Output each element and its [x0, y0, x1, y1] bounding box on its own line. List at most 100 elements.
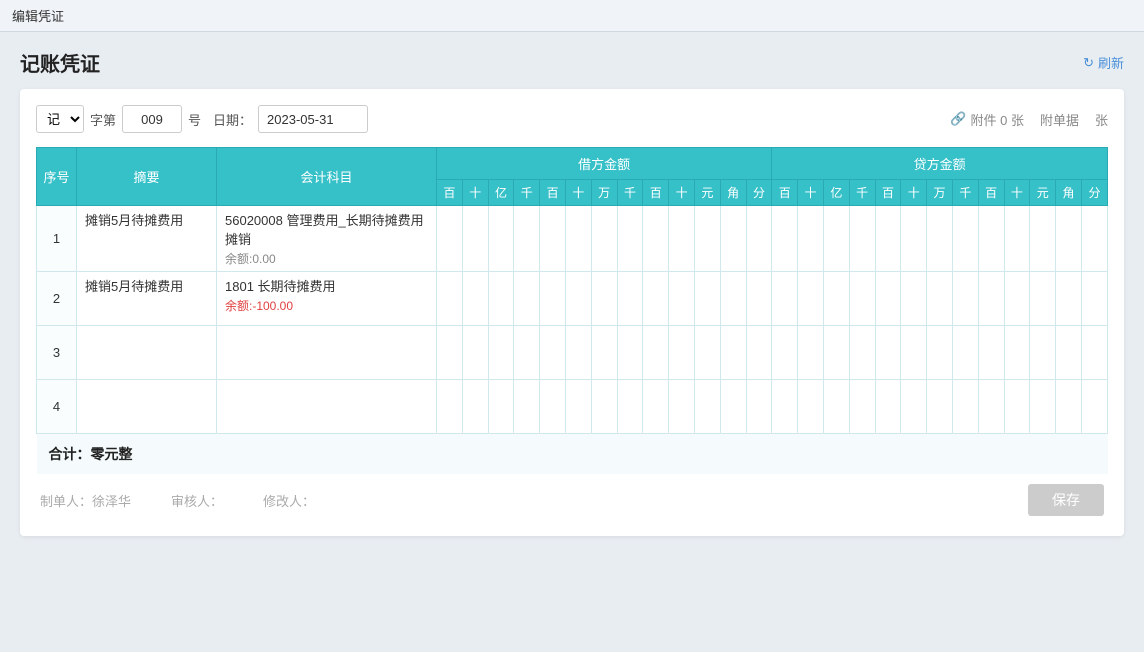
row-debit-col-7[interactable] — [617, 272, 643, 326]
row-debit-col-0[interactable] — [437, 326, 463, 380]
row-debit-col-8[interactable] — [643, 380, 669, 434]
row-debit-col-11[interactable] — [720, 272, 746, 326]
row-debit-col-5[interactable] — [565, 272, 591, 326]
row-debit-col-1[interactable] — [462, 206, 488, 272]
row-debit-col-2[interactable] — [488, 272, 514, 326]
row-debit-col-0[interactable] — [437, 380, 463, 434]
row-credit-col-1[interactable] — [798, 380, 824, 434]
row-debit-col-10[interactable] — [694, 380, 720, 434]
row-debit-col-8[interactable] — [643, 326, 669, 380]
refresh-button[interactable]: ↻ 刷新 — [1083, 53, 1124, 72]
row-debit-col-3[interactable] — [514, 272, 540, 326]
row-credit-col-5[interactable] — [901, 326, 927, 380]
row-credit-col-2[interactable] — [823, 326, 849, 380]
row-debit-col-1[interactable] — [462, 272, 488, 326]
row-credit-col-7[interactable] — [952, 272, 978, 326]
row-credit-col-3[interactable] — [849, 272, 875, 326]
row-credit-col-9[interactable] — [1004, 206, 1030, 272]
row-summary-2[interactable]: 摊销5月待摊费用 — [77, 272, 217, 326]
row-credit-col-12[interactable] — [1081, 272, 1107, 326]
row-credit-col-11[interactable] — [1056, 272, 1082, 326]
row-credit-col-10[interactable] — [1030, 206, 1056, 272]
row-account-4[interactable] — [217, 380, 437, 434]
row-debit-col-10[interactable] — [694, 272, 720, 326]
row-credit-col-11[interactable] — [1056, 380, 1082, 434]
row-credit-col-8[interactable] — [978, 326, 1004, 380]
row-credit-col-8[interactable] — [978, 206, 1004, 272]
row-debit-col-1[interactable] — [462, 380, 488, 434]
row-credit-col-4[interactable] — [875, 380, 901, 434]
row-debit-col-3[interactable] — [514, 380, 540, 434]
row-debit-col-9[interactable] — [669, 272, 695, 326]
row-credit-col-9[interactable] — [1004, 380, 1030, 434]
row-debit-col-8[interactable] — [643, 272, 669, 326]
save-button[interactable]: 保存 — [1028, 484, 1104, 516]
row-debit-col-6[interactable] — [591, 326, 617, 380]
attachment-link[interactable]: 🔗 附件 0 张 — [950, 110, 1024, 129]
row-debit-col-11[interactable] — [720, 380, 746, 434]
row-credit-col-9[interactable] — [1004, 326, 1030, 380]
row-credit-col-1[interactable] — [798, 272, 824, 326]
date-input[interactable] — [258, 105, 368, 133]
voucher-number-input[interactable] — [122, 105, 182, 133]
row-credit-col-12[interactable] — [1081, 380, 1107, 434]
row-debit-col-7[interactable] — [617, 206, 643, 272]
row-debit-col-2[interactable] — [488, 326, 514, 380]
row-debit-col-12[interactable] — [746, 272, 772, 326]
row-debit-col-0[interactable] — [437, 206, 463, 272]
row-credit-col-6[interactable] — [927, 380, 953, 434]
row-credit-col-4[interactable] — [875, 206, 901, 272]
row-debit-col-7[interactable] — [617, 326, 643, 380]
voucher-type-select[interactable]: 记 — [36, 105, 84, 133]
row-debit-col-7[interactable] — [617, 380, 643, 434]
row-credit-col-3[interactable] — [849, 326, 875, 380]
row-debit-col-11[interactable] — [720, 326, 746, 380]
row-credit-col-7[interactable] — [952, 380, 978, 434]
row-credit-col-5[interactable] — [901, 380, 927, 434]
row-debit-col-4[interactable] — [540, 380, 566, 434]
row-debit-col-12[interactable] — [746, 380, 772, 434]
row-summary-3[interactable] — [77, 326, 217, 380]
row-debit-col-3[interactable] — [514, 326, 540, 380]
row-credit-col-8[interactable] — [978, 380, 1004, 434]
row-credit-col-0[interactable] — [772, 206, 798, 272]
row-debit-col-8[interactable] — [643, 206, 669, 272]
row-debit-col-2[interactable] — [488, 206, 514, 272]
row-account-2[interactable]: 1801 长期待摊费用余额:-100.00 — [217, 272, 437, 326]
row-credit-col-10[interactable] — [1030, 326, 1056, 380]
row-credit-col-7[interactable] — [952, 326, 978, 380]
row-credit-col-6[interactable] — [927, 326, 953, 380]
row-debit-col-5[interactable] — [565, 326, 591, 380]
row-debit-col-10[interactable] — [694, 206, 720, 272]
row-debit-col-4[interactable] — [540, 206, 566, 272]
row-debit-col-4[interactable] — [540, 272, 566, 326]
row-credit-col-2[interactable] — [823, 380, 849, 434]
row-debit-col-9[interactable] — [669, 206, 695, 272]
row-debit-col-12[interactable] — [746, 206, 772, 272]
row-debit-col-0[interactable] — [437, 272, 463, 326]
row-debit-col-12[interactable] — [746, 326, 772, 380]
row-summary-1[interactable]: 摊销5月待摊费用 — [77, 206, 217, 272]
row-debit-col-6[interactable] — [591, 380, 617, 434]
row-credit-col-9[interactable] — [1004, 272, 1030, 326]
row-credit-col-10[interactable] — [1030, 380, 1056, 434]
row-credit-col-1[interactable] — [798, 326, 824, 380]
row-credit-col-12[interactable] — [1081, 326, 1107, 380]
row-credit-col-5[interactable] — [901, 206, 927, 272]
row-debit-col-6[interactable] — [591, 206, 617, 272]
row-debit-col-1[interactable] — [462, 326, 488, 380]
row-debit-col-3[interactable] — [514, 206, 540, 272]
row-credit-col-0[interactable] — [772, 380, 798, 434]
row-debit-col-9[interactable] — [669, 380, 695, 434]
row-credit-col-7[interactable] — [952, 206, 978, 272]
row-credit-col-0[interactable] — [772, 272, 798, 326]
row-credit-col-8[interactable] — [978, 272, 1004, 326]
row-credit-col-10[interactable] — [1030, 272, 1056, 326]
row-credit-col-11[interactable] — [1056, 326, 1082, 380]
row-credit-col-6[interactable] — [927, 206, 953, 272]
row-credit-col-5[interactable] — [901, 272, 927, 326]
row-credit-col-6[interactable] — [927, 272, 953, 326]
row-credit-col-2[interactable] — [823, 272, 849, 326]
row-account-3[interactable] — [217, 326, 437, 380]
row-credit-col-0[interactable] — [772, 326, 798, 380]
